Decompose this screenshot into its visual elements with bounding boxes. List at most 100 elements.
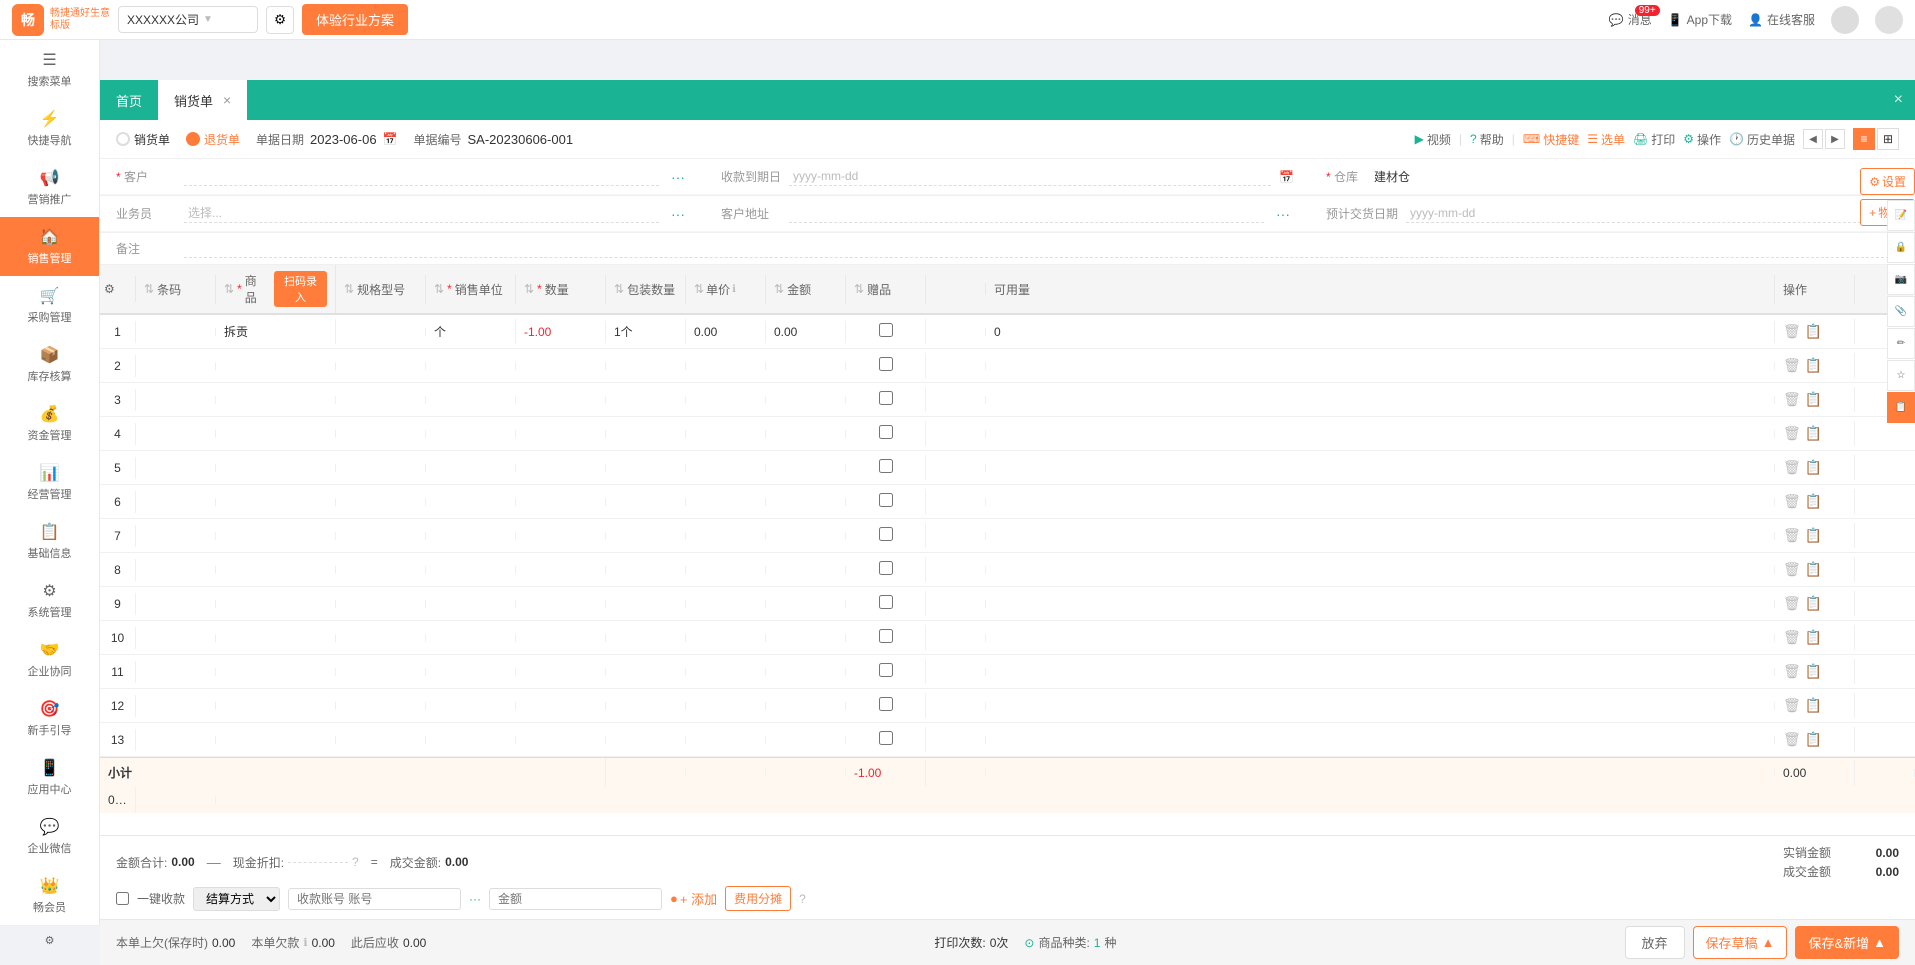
sort-amount-icon[interactable]: ⇅ bbox=[774, 282, 784, 296]
delete-icon-11[interactable]: 🗑 bbox=[1783, 663, 1801, 680]
gift-checkbox-1[interactable] bbox=[879, 323, 893, 337]
td-price-12[interactable] bbox=[686, 702, 766, 710]
addr-dots-btn[interactable]: ··· bbox=[1272, 206, 1294, 222]
td-memo-2[interactable] bbox=[926, 362, 986, 370]
date-value[interactable]: 2023-06-06 bbox=[310, 132, 377, 147]
discount-value[interactable] bbox=[288, 862, 348, 863]
td-price-1[interactable]: 0.00 bbox=[686, 321, 766, 343]
sort-unit-icon[interactable]: ⇅ bbox=[434, 282, 444, 296]
td-pkg-qty-7[interactable] bbox=[606, 532, 686, 540]
td-barcode-11[interactable] bbox=[136, 668, 216, 676]
td-barcode-13[interactable] bbox=[136, 736, 216, 744]
scan-button[interactable]: 扫码录入 bbox=[274, 271, 327, 307]
td-pkg-qty-1[interactable]: 1个 bbox=[606, 319, 686, 344]
salesperson-input[interactable] bbox=[184, 204, 659, 223]
td-qty-12[interactable] bbox=[516, 702, 606, 710]
gift-checkbox-6[interactable] bbox=[879, 493, 893, 507]
td-spec-6[interactable] bbox=[336, 498, 426, 506]
td-unit-7[interactable] bbox=[426, 532, 516, 540]
td-memo-6[interactable] bbox=[926, 498, 986, 506]
td-spec-11[interactable] bbox=[336, 668, 426, 676]
copy-icon-5[interactable]: 📋 bbox=[1805, 459, 1822, 476]
td-amount-3[interactable] bbox=[766, 396, 846, 404]
payment-method-select[interactable]: 结算方式 bbox=[193, 887, 280, 911]
radio-sales[interactable]: 销货单 bbox=[116, 131, 170, 148]
td-unit-5[interactable] bbox=[426, 464, 516, 472]
td-price-3[interactable] bbox=[686, 396, 766, 404]
delete-icon-4[interactable]: 🗑 bbox=[1783, 425, 1801, 442]
float-lock-btn[interactable]: 🔒 bbox=[1887, 232, 1915, 263]
td-barcode-8[interactable] bbox=[136, 566, 216, 574]
td-barcode-9[interactable] bbox=[136, 600, 216, 608]
online-service-tool[interactable]: 👤 在线客服 bbox=[1748, 11, 1815, 28]
td-amount-5[interactable] bbox=[766, 464, 846, 472]
float-action-btn[interactable]: 📋 bbox=[1887, 392, 1915, 423]
delete-icon-6[interactable]: 🗑 bbox=[1783, 493, 1801, 510]
company-selector[interactable]: XXXXXX公司 ▼ bbox=[118, 6, 258, 33]
delete-icon-8[interactable]: 🗑 bbox=[1783, 561, 1801, 578]
td-price-7[interactable] bbox=[686, 532, 766, 540]
td-product-4[interactable] bbox=[216, 430, 336, 438]
td-product-5[interactable] bbox=[216, 464, 336, 472]
td-spec-3[interactable] bbox=[336, 396, 426, 404]
float-attach-btn[interactable]: 📎 bbox=[1887, 296, 1915, 327]
message-tool[interactable]: 💬 消息 99+ bbox=[1609, 11, 1652, 28]
td-amount-7[interactable] bbox=[766, 532, 846, 540]
td-qty-7[interactable] bbox=[516, 532, 606, 540]
td-amount-11[interactable] bbox=[766, 668, 846, 676]
td-memo-1[interactable] bbox=[926, 328, 986, 336]
expense-split-btn[interactable]: 费用分摊 bbox=[725, 886, 791, 911]
customer-input[interactable] bbox=[184, 167, 659, 186]
quick-pay-checkbox[interactable] bbox=[116, 892, 129, 905]
save-draft-button[interactable]: 保存草稿 ▲ bbox=[1693, 926, 1788, 959]
td-unit-3[interactable] bbox=[426, 396, 516, 404]
td-qty-4[interactable] bbox=[516, 430, 606, 438]
customer-dots-btn[interactable]: ··· bbox=[667, 169, 689, 185]
avatar[interactable] bbox=[1831, 6, 1859, 34]
td-pkg-qty-11[interactable] bbox=[606, 668, 686, 676]
td-gift-1[interactable] bbox=[846, 319, 926, 344]
sidebar-item-search-order[interactable]: ☰ 搜索菜单 bbox=[0, 40, 99, 99]
settings-button[interactable]: ⚙ bbox=[266, 6, 294, 34]
sort-product-icon[interactable]: ⇅ bbox=[224, 282, 234, 296]
td-price-11[interactable] bbox=[686, 668, 766, 676]
list-view-btn[interactable]: ≡ bbox=[1853, 128, 1875, 150]
radio-return[interactable]: 退货单 bbox=[186, 131, 240, 148]
settings-side-btn[interactable]: ⚙ 设置 bbox=[1860, 168, 1915, 195]
trial-button[interactable]: 体验行业方案 bbox=[302, 4, 408, 35]
td-unit-13[interactable] bbox=[426, 736, 516, 744]
copy-icon-3[interactable]: 📋 bbox=[1805, 391, 1822, 408]
td-barcode-2[interactable] bbox=[136, 362, 216, 370]
print-action[interactable]: 🖨 打印 bbox=[1633, 131, 1675, 148]
copy-icon-9[interactable]: 📋 bbox=[1805, 595, 1822, 612]
td-memo-3[interactable] bbox=[926, 396, 986, 404]
sidebar-item-quick-nav[interactable]: ⚡ 快捷导航 bbox=[0, 99, 99, 158]
sort-pkg-icon[interactable]: ⇅ bbox=[614, 282, 624, 296]
td-product-9[interactable] bbox=[216, 600, 336, 608]
td-gift-6[interactable] bbox=[846, 489, 926, 514]
td-pkg-qty-9[interactable] bbox=[606, 600, 686, 608]
gift-checkbox-11[interactable] bbox=[879, 663, 893, 677]
avatar2[interactable] bbox=[1875, 6, 1903, 34]
float-edit-btn[interactable]: ✏ bbox=[1887, 328, 1915, 359]
history-action[interactable]: 🕐 历史单据 bbox=[1729, 131, 1795, 148]
sidebar-item-new-guide[interactable]: 🎯 新手引导 bbox=[0, 689, 99, 748]
app-download-tool[interactable]: 📱 App下载 bbox=[1668, 11, 1732, 28]
td-pkg-qty-5[interactable] bbox=[606, 464, 686, 472]
sidebar-item-wechat[interactable]: 💬 企业微信 bbox=[0, 807, 99, 866]
sidebar-item-enterprise[interactable]: 🤝 企业协同 bbox=[0, 630, 99, 689]
next-arrow[interactable]: ▶ bbox=[1825, 129, 1845, 149]
delete-icon-13[interactable]: 🗑 bbox=[1783, 731, 1801, 748]
td-barcode-1[interactable] bbox=[136, 328, 216, 336]
payment-help-icon[interactable]: ? bbox=[799, 892, 806, 906]
delete-icon-12[interactable]: 🗑 bbox=[1783, 697, 1801, 714]
delete-icon-9[interactable]: 🗑 bbox=[1783, 595, 1801, 612]
td-product-2[interactable] bbox=[216, 362, 336, 370]
copy-icon-11[interactable]: 📋 bbox=[1805, 663, 1822, 680]
float-photo-btn[interactable]: 📷 bbox=[1887, 264, 1915, 295]
price-info-icon[interactable]: ℹ bbox=[732, 284, 736, 295]
gift-checkbox-3[interactable] bbox=[879, 391, 893, 405]
tab-close-icon[interactable]: × bbox=[223, 92, 231, 108]
tab-sales-order[interactable]: 销货单 × bbox=[158, 80, 247, 120]
td-spec-9[interactable] bbox=[336, 600, 426, 608]
